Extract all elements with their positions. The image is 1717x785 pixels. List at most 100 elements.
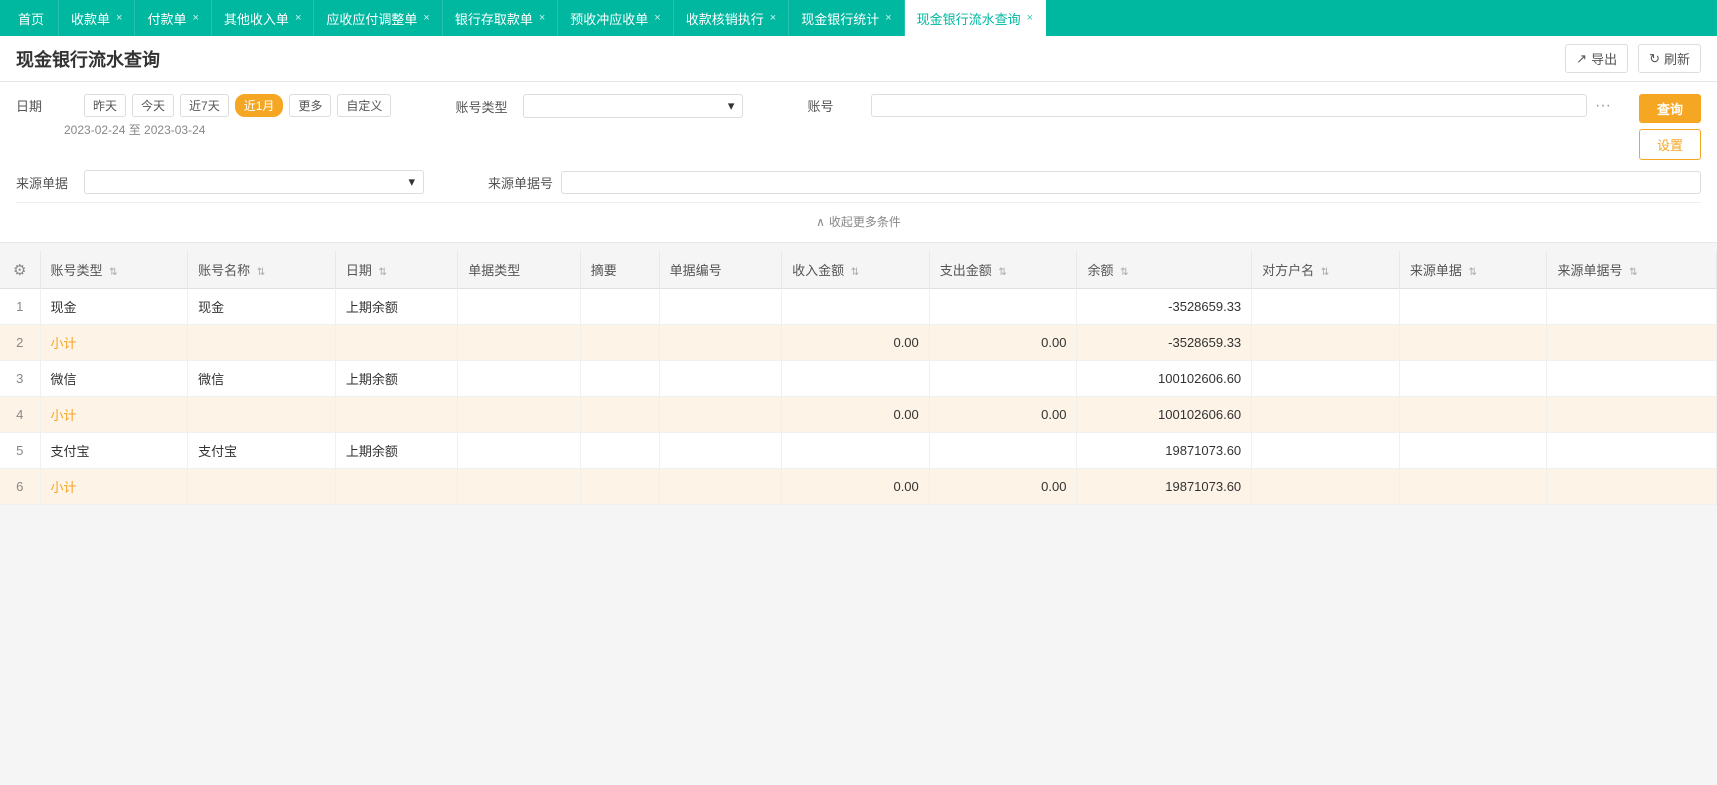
- nav-item-adjustment[interactable]: 应收应付调整单 ×: [314, 0, 442, 36]
- col-counterpart[interactable]: 对方户名 ⇅: [1252, 251, 1400, 289]
- col-doc-num[interactable]: 单据编号: [659, 251, 781, 289]
- row-income: [782, 361, 930, 397]
- date-btn-yesterday[interactable]: 昨天: [84, 94, 126, 117]
- row-date: [335, 469, 457, 505]
- row-account-type: 支付宝: [40, 433, 188, 469]
- close-writeoff-icon[interactable]: ×: [770, 12, 776, 24]
- row-doc-num: [659, 361, 781, 397]
- col-settings[interactable]: ⚙: [0, 251, 40, 289]
- refresh-button[interactable]: ↻ 刷新: [1638, 44, 1701, 73]
- row-source-doc-num: [1547, 433, 1717, 469]
- account-type-select[interactable]: ▾: [523, 94, 743, 118]
- row-balance: -3528659.33: [1077, 325, 1252, 361]
- account-input[interactable]: [871, 94, 1587, 117]
- export-button[interactable]: ↗ 导出: [1565, 44, 1628, 73]
- row-income: 0.00: [782, 325, 930, 361]
- table-row: 4 小计 0.00 0.00 100102606.60: [0, 397, 1717, 433]
- row-date: 上期余额: [335, 289, 457, 325]
- sort-balance-icon: ⇅: [1120, 267, 1128, 278]
- date-btn-1month[interactable]: 近1月: [235, 94, 284, 117]
- row-source-doc: [1399, 469, 1547, 505]
- header-actions: ↗ 导出 ↻ 刷新: [1565, 44, 1701, 73]
- close-receipt-icon[interactable]: ×: [116, 12, 122, 24]
- nav-item-stats[interactable]: 现金银行统计 ×: [789, 0, 904, 36]
- sort-source-doc-num-icon: ⇅: [1629, 267, 1637, 278]
- col-summary[interactable]: 摘要: [580, 251, 659, 289]
- row-source-doc: [1399, 361, 1547, 397]
- nav-item-payment[interactable]: 付款单 ×: [135, 0, 211, 36]
- close-other-income-icon[interactable]: ×: [295, 12, 301, 24]
- row-source-doc-num: [1547, 361, 1717, 397]
- account-dots-icon[interactable]: ···: [1595, 97, 1611, 115]
- refresh-icon: ↻: [1649, 51, 1660, 67]
- row-expense: [929, 361, 1077, 397]
- table-row: 6 小计 0.00 0.00 19871073.60: [0, 469, 1717, 505]
- source-doc-num-label: 来源单据号: [488, 173, 553, 192]
- sort-date-icon: ⇅: [378, 267, 386, 278]
- col-account-name[interactable]: 账号名称 ⇅: [188, 251, 336, 289]
- row-date: [335, 325, 457, 361]
- row-num: 1: [0, 289, 40, 325]
- col-expense[interactable]: 支出金额 ⇅: [929, 251, 1077, 289]
- source-doc-label: 来源单据: [16, 173, 76, 192]
- row-account-name: 现金: [188, 289, 336, 325]
- account-type-label: 账号类型: [455, 97, 515, 116]
- close-cashflow-icon[interactable]: ×: [1027, 12, 1033, 24]
- row-expense: 0.00: [929, 325, 1077, 361]
- nav-item-bank-deposit[interactable]: 银行存取款单 ×: [443, 0, 558, 36]
- close-payment-icon[interactable]: ×: [192, 12, 198, 24]
- row-balance: -3528659.33: [1077, 289, 1252, 325]
- source-doc-select[interactable]: ▾: [84, 170, 424, 194]
- table-row: 5 支付宝 支付宝 上期余额 19871073.60: [0, 433, 1717, 469]
- col-source-doc[interactable]: 来源单据 ⇅: [1399, 251, 1547, 289]
- row-source-doc: [1399, 289, 1547, 325]
- query-button[interactable]: 查询: [1639, 94, 1701, 123]
- col-account-type[interactable]: 账号类型 ⇅: [40, 251, 188, 289]
- row-doc-type: [458, 289, 580, 325]
- row-counterpart: [1252, 325, 1400, 361]
- row-counterpart: [1252, 289, 1400, 325]
- sort-account-name-icon: ⇅: [257, 267, 265, 278]
- row-source-doc-num: [1547, 469, 1717, 505]
- row-account-type: 小计: [40, 325, 188, 361]
- close-bank-deposit-icon[interactable]: ×: [539, 12, 545, 24]
- source-doc-num-input[interactable]: [561, 171, 1701, 194]
- close-prepay-icon[interactable]: ×: [654, 12, 660, 24]
- col-income[interactable]: 收入金额 ⇅: [782, 251, 930, 289]
- row-source-doc-num: [1547, 325, 1717, 361]
- date-options: 昨天 今天 近7天 近1月 更多 自定义: [84, 94, 391, 117]
- nav-item-home[interactable]: 首页: [4, 0, 59, 36]
- close-stats-icon[interactable]: ×: [885, 12, 891, 24]
- row-account-name: 微信: [188, 361, 336, 397]
- sort-counterpart-icon: ⇅: [1321, 267, 1329, 278]
- sort-income-icon: ⇅: [851, 267, 859, 278]
- row-account-name: 支付宝: [188, 433, 336, 469]
- close-adjustment-icon[interactable]: ×: [423, 12, 429, 24]
- row-summary: [580, 361, 659, 397]
- row-summary: [580, 397, 659, 433]
- collapse-btn[interactable]: ∧ 收起更多条件: [16, 209, 1701, 234]
- table-container: ⚙ 账号类型 ⇅ 账号名称 ⇅ 日期 ⇅ 单据类型 摘要 单据编号 收入金额 ⇅…: [0, 251, 1717, 505]
- row-counterpart: [1252, 469, 1400, 505]
- date-btn-more[interactable]: 更多: [289, 94, 331, 117]
- nav-item-receipt[interactable]: 收款单 ×: [59, 0, 135, 36]
- row-source-doc: [1399, 325, 1547, 361]
- sort-expense-icon: ⇅: [998, 267, 1006, 278]
- date-btn-today[interactable]: 今天: [132, 94, 174, 117]
- nav-item-cashflow[interactable]: 现金银行流水查询 ×: [905, 0, 1046, 36]
- col-doc-type[interactable]: 单据类型: [458, 251, 580, 289]
- date-btn-custom[interactable]: 自定义: [337, 94, 391, 117]
- settings-button[interactable]: 设置: [1639, 129, 1701, 160]
- col-date[interactable]: 日期 ⇅: [335, 251, 457, 289]
- nav-item-writeoff[interactable]: 收款核销执行 ×: [674, 0, 789, 36]
- col-source-doc-num[interactable]: 来源单据号 ⇅: [1547, 251, 1717, 289]
- date-btn-7days[interactable]: 近7天: [180, 94, 229, 117]
- source-doc-chevron: ▾: [408, 174, 415, 190]
- row-income: 0.00: [782, 469, 930, 505]
- nav-item-other-income[interactable]: 其他收入单 ×: [212, 0, 314, 36]
- col-balance[interactable]: 余额 ⇅: [1077, 251, 1252, 289]
- row-account-type: 微信: [40, 361, 188, 397]
- row-date: [335, 397, 457, 433]
- nav-item-prepay[interactable]: 预收冲应收单 ×: [558, 0, 673, 36]
- row-summary: [580, 289, 659, 325]
